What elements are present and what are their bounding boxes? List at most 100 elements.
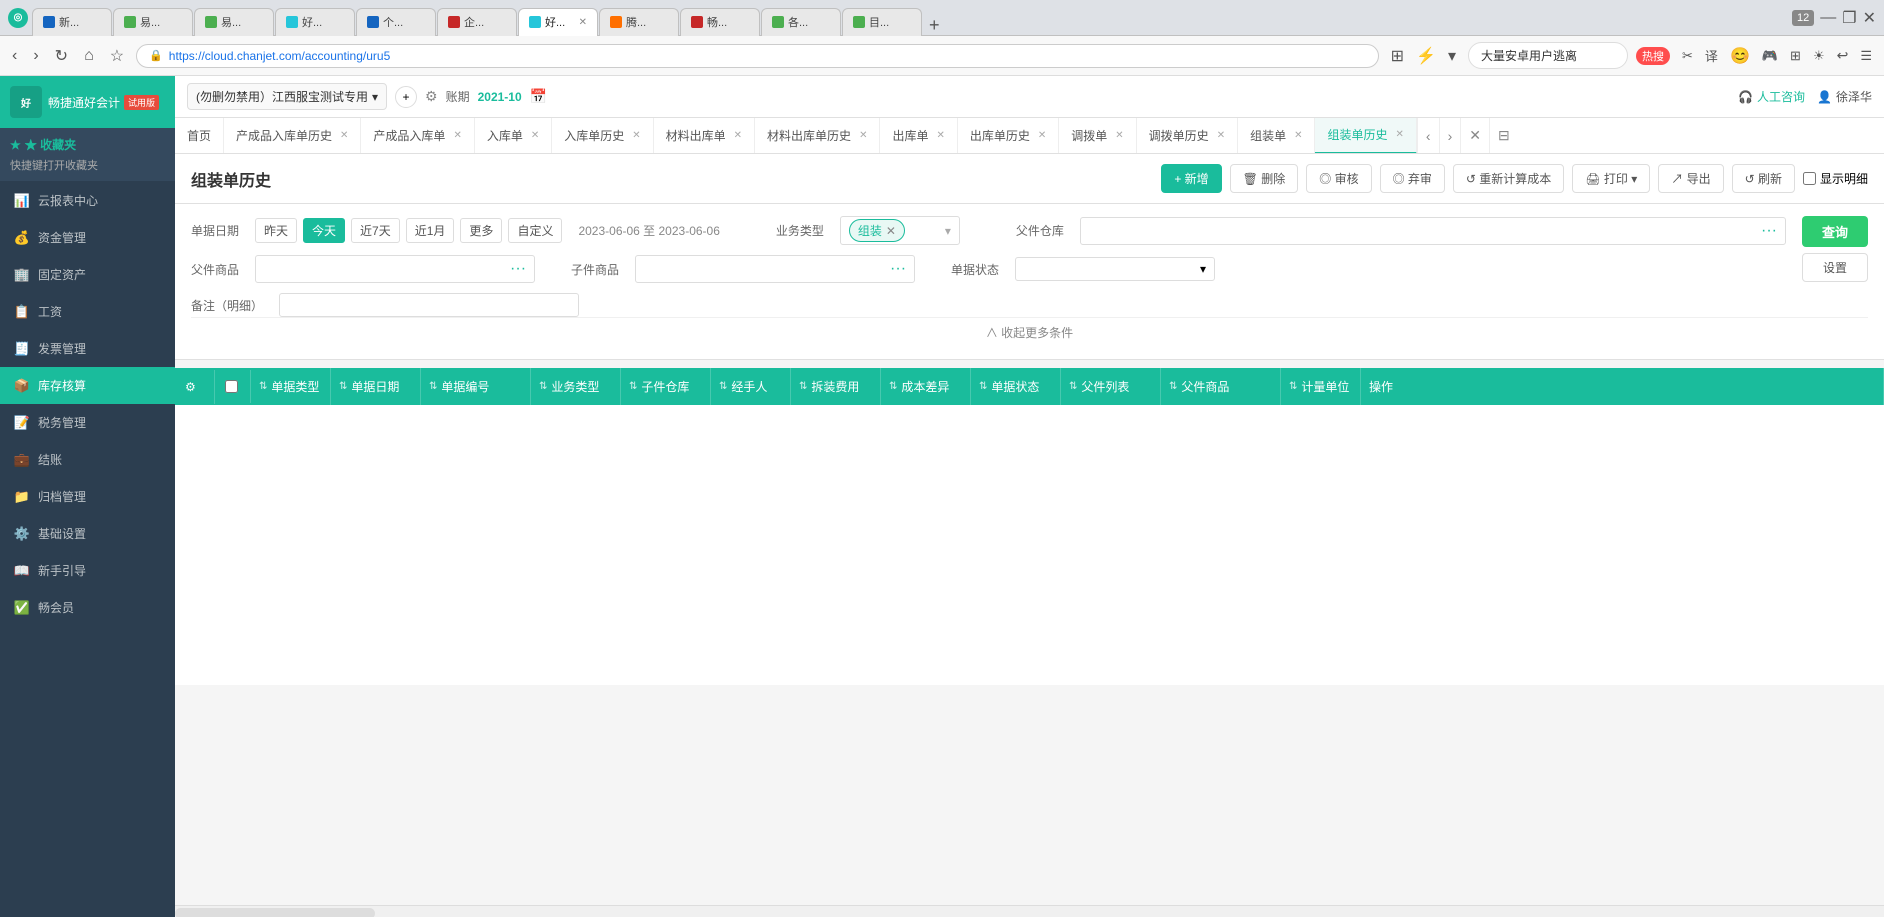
grid-button[interactable]: ⊞ xyxy=(1387,42,1408,70)
sidebar-item-invoice[interactable]: 🧾 发票管理 xyxy=(0,330,175,367)
child-product-input[interactable]: ··· xyxy=(635,255,915,283)
sidebar-item-finance[interactable]: 💰 资金管理 xyxy=(0,219,175,256)
nav-tab-10-close[interactable]: ✕ xyxy=(1217,130,1225,141)
th-settings[interactable]: ⚙ xyxy=(175,370,215,404)
th-cost-diff[interactable]: ⇅ 成本差异 xyxy=(881,368,971,405)
th-unit[interactable]: ⇅ 计量单位 xyxy=(1281,368,1361,405)
game-button[interactable]: 🎮 xyxy=(1758,44,1782,68)
export-button[interactable]: ↗ 导出 xyxy=(1658,164,1723,193)
filter-settings-button[interactable]: 设置 xyxy=(1802,253,1868,282)
home-button[interactable]: ⌂ xyxy=(80,43,98,69)
sidebar-item-payroll[interactable]: 📋 工资 xyxy=(0,293,175,330)
search-box[interactable]: 大量安卓用户逃离 xyxy=(1468,42,1628,69)
menu-button[interactable]: ☰ xyxy=(1856,44,1876,68)
select-all-checkbox[interactable] xyxy=(225,380,238,393)
browser-tab-9[interactable]: 畅... xyxy=(680,8,760,36)
nav-tab-10[interactable]: 调拨单历史 ✕ xyxy=(1137,118,1238,154)
nav-tab-2[interactable]: 产成品入库单 ✕ xyxy=(361,118,474,154)
favorites-section[interactable]: ★ ★ 收藏夹 快捷键打开收藏夹 xyxy=(0,128,175,182)
nav-tab-5-close[interactable]: ✕ xyxy=(734,130,742,141)
sidebar-item-settings[interactable]: ⚙️ 基础设置 xyxy=(0,515,175,552)
parent-product-input[interactable]: ··· xyxy=(255,255,535,283)
nav-tab-home[interactable]: 首页 xyxy=(175,118,224,154)
date-7days-btn[interactable]: 近7天 xyxy=(351,218,400,243)
add-company-button[interactable]: + xyxy=(395,86,417,108)
nav-tab-1-close[interactable]: ✕ xyxy=(340,130,348,141)
nav-tab-12-close[interactable]: ✕ xyxy=(1396,129,1404,140)
th-bill-status[interactable]: ⇅ 单据状态 xyxy=(971,368,1061,405)
nav-scroll-right[interactable]: › xyxy=(1439,118,1461,154)
new-tab-button[interactable]: + xyxy=(923,15,946,36)
company-settings-button[interactable]: ⚙ xyxy=(425,88,438,105)
browser-tab-2[interactable]: 易... xyxy=(113,8,193,36)
nav-tab-2-close[interactable]: ✕ xyxy=(453,130,461,141)
add-button[interactable]: + 新增 xyxy=(1161,164,1221,193)
browser-tab-3[interactable]: 易... xyxy=(194,8,274,36)
th-bill-date[interactable]: ⇅ 单据日期 xyxy=(331,368,421,405)
abandon-button[interactable]: ◎ 弃审 xyxy=(1380,164,1445,193)
translate-button[interactable]: 译 xyxy=(1701,42,1722,69)
voucher-status-select[interactable]: ▾ xyxy=(1015,257,1215,281)
nav-tab-3[interactable]: 入库单 ✕ xyxy=(475,118,552,154)
th-biz-type[interactable]: ⇅ 业务类型 xyxy=(531,368,621,405)
nav-tab-4-close[interactable]: ✕ xyxy=(632,130,640,141)
business-type-input[interactable]: 组装 ✕ ▾ xyxy=(840,216,960,245)
nav-tab-7[interactable]: 出库单 ✕ xyxy=(880,118,957,154)
browser-tab-10[interactable]: 各... xyxy=(761,8,841,36)
scissors-button[interactable]: ✂ xyxy=(1678,44,1697,68)
audit-button[interactable]: ◎ 审核 xyxy=(1306,164,1371,193)
refresh-browser-button[interactable]: ↻ xyxy=(51,42,72,70)
browser-tab-5[interactable]: 个... xyxy=(356,8,436,36)
nav-tab-4[interactable]: 入库单历史 ✕ xyxy=(552,118,653,154)
scrollbar-thumb[interactable] xyxy=(175,908,375,917)
browser-tab-6[interactable]: 企... xyxy=(437,8,517,36)
th-child-warehouse[interactable]: ⇅ 子件仓库 xyxy=(621,368,711,405)
nav-tab-12[interactable]: 组装单历史 ✕ xyxy=(1315,118,1416,154)
nav-tab-3-close[interactable]: ✕ xyxy=(531,130,539,141)
nav-tab-5[interactable]: 材料出库单 ✕ xyxy=(654,118,755,154)
query-button[interactable]: 查询 xyxy=(1802,216,1868,247)
dropdown-button[interactable]: ▾ xyxy=(1444,42,1460,70)
emoji-button[interactable]: 😊 xyxy=(1726,42,1754,70)
scrollbar-area[interactable] xyxy=(175,905,1884,917)
sidebar-item-guide[interactable]: 📖 新手引导 xyxy=(0,552,175,589)
nav-tab-8[interactable]: 出库单历史 ✕ xyxy=(958,118,1059,154)
undo-button[interactable]: ↩ xyxy=(1833,43,1853,68)
nav-close-all[interactable]: ✕ xyxy=(1460,118,1489,154)
calendar-icon[interactable]: 📅 xyxy=(530,88,547,105)
refresh-page-button[interactable]: ↺ 刷新 xyxy=(1732,164,1795,193)
business-type-remove[interactable]: ✕ xyxy=(886,224,896,238)
business-type-dropdown[interactable]: ▾ xyxy=(945,224,951,238)
address-bar[interactable]: 🔒 https://cloud.chanjet.com/accounting/u… xyxy=(136,44,1379,68)
company-selector[interactable]: (勿删勿禁用）江西服宝测试专用 ▾ xyxy=(187,83,387,110)
sidebar-item-member[interactable]: ✅ 畅会员 xyxy=(0,589,175,626)
show-detail-input[interactable] xyxy=(1803,172,1816,185)
print-button[interactable]: 🖨 打印 ▾ xyxy=(1572,164,1650,193)
parent-warehouse-ellipsis[interactable]: ··· xyxy=(1761,222,1777,240)
date-yesterday-btn[interactable]: 昨天 xyxy=(255,218,297,243)
nav-scroll-left[interactable]: ‹ xyxy=(1417,118,1439,154)
nav-more-options[interactable]: ⊟ xyxy=(1489,118,1518,154)
nav-tab-11-close[interactable]: ✕ xyxy=(1294,130,1302,141)
th-bill-type[interactable]: ⇅ 单据类型 xyxy=(251,368,331,405)
sidebar-item-assets[interactable]: 🏢 固定资产 xyxy=(0,256,175,293)
browser-tab-4[interactable]: 好... xyxy=(275,8,355,36)
support-link[interactable]: 🎧 人工咨询 xyxy=(1738,88,1805,105)
child-product-ellipsis[interactable]: ··· xyxy=(890,260,906,278)
tab-close-7[interactable]: ✕ xyxy=(579,17,587,28)
nav-tab-11[interactable]: 组装单 ✕ xyxy=(1238,118,1315,154)
forward-button[interactable]: › xyxy=(29,43,42,69)
nav-tab-8-close[interactable]: ✕ xyxy=(1038,130,1046,141)
parent-product-ellipsis[interactable]: ··· xyxy=(510,260,526,278)
remarks-input[interactable] xyxy=(279,293,579,317)
collapse-bar[interactable]: ∧ 收起更多条件 xyxy=(191,317,1868,347)
nav-tab-9[interactable]: 调拨单 ✕ xyxy=(1059,118,1136,154)
apps-button[interactable]: ⊞ xyxy=(1786,44,1805,68)
close-button[interactable]: ✕ xyxy=(1863,8,1876,28)
browser-tab-8[interactable]: 腾... xyxy=(599,8,679,36)
nav-tab-6-close[interactable]: ✕ xyxy=(859,130,867,141)
date-1month-btn[interactable]: 近1月 xyxy=(406,218,455,243)
nav-tab-1[interactable]: 产成品入库单历史 ✕ xyxy=(224,118,361,154)
maximize-button[interactable]: ❐ xyxy=(1842,8,1856,28)
sidebar-item-report[interactable]: 📊 云报表中心 xyxy=(0,182,175,219)
